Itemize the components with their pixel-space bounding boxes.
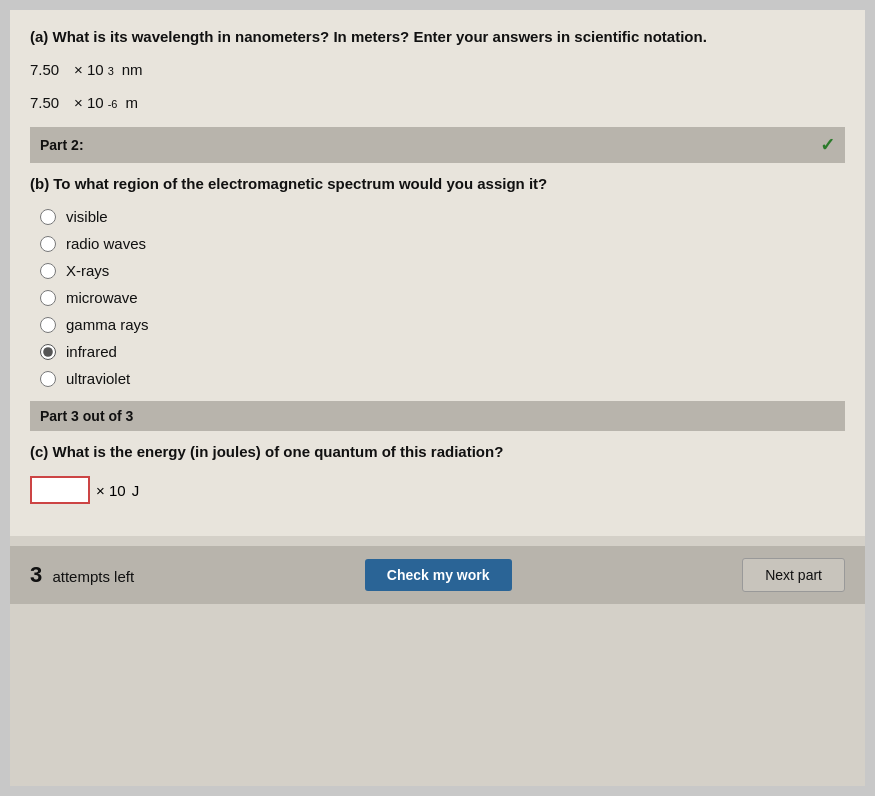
radio-item-ultraviolet[interactable]: ultraviolet — [40, 370, 845, 387]
attempts-left-container: 3 attempts left — [30, 562, 134, 588]
part-c-question: (c) What is the energy (in joules) of on… — [30, 441, 845, 462]
radio-group: visible radio waves X-rays microwave gam… — [40, 208, 845, 387]
radio-ultraviolet[interactable] — [40, 371, 56, 387]
exponent-1: 3 — [108, 65, 114, 77]
radio-xrays[interactable] — [40, 263, 56, 279]
radio-label-visible[interactable]: visible — [66, 208, 108, 225]
radio-gamma-rays[interactable] — [40, 317, 56, 333]
content-area: (a) What is its wavelength in nanometers… — [10, 10, 865, 536]
main-container: (a) What is its wavelength in nanometers… — [10, 10, 865, 786]
exponent-2: -6 — [108, 98, 118, 110]
answer-value-2: 7.50 — [30, 94, 70, 111]
radio-item-infrared[interactable]: infrared — [40, 343, 845, 360]
times-ten-1: × 10 — [74, 61, 104, 78]
radio-radio-waves[interactable] — [40, 236, 56, 252]
energy-unit: J — [132, 482, 140, 499]
answer-row-1: 7.50 × 10 3 nm — [30, 61, 845, 78]
part2-label: Part 2: — [40, 137, 84, 153]
radio-item-microwave[interactable]: microwave — [40, 289, 845, 306]
answer-value-1: 7.50 — [30, 61, 70, 78]
attempts-text: attempts left — [52, 568, 134, 585]
radio-label-infrared[interactable]: infrared — [66, 343, 117, 360]
bottom-bar: 3 attempts left Check my work Next part — [10, 546, 865, 604]
check-my-work-button[interactable]: Check my work — [365, 559, 512, 591]
radio-label-microwave[interactable]: microwave — [66, 289, 138, 306]
energy-times: × 10 — [96, 482, 126, 499]
part-a-question: (a) What is its wavelength in nanometers… — [30, 26, 845, 47]
part3-divider: Part 3 out of 3 — [30, 401, 845, 431]
radio-label-radio-waves[interactable]: radio waves — [66, 235, 146, 252]
radio-label-gamma-rays[interactable]: gamma rays — [66, 316, 149, 333]
part-b-question: (b) To what region of the electromagneti… — [30, 173, 845, 194]
next-part-button[interactable]: Next part — [742, 558, 845, 592]
radio-label-ultraviolet[interactable]: ultraviolet — [66, 370, 130, 387]
attempts-number: 3 — [30, 562, 42, 587]
energy-coefficient-input[interactable] — [30, 476, 90, 504]
radio-visible[interactable] — [40, 209, 56, 225]
unit-1: nm — [122, 61, 143, 78]
energy-input-row: × 10 J — [30, 476, 845, 504]
part2-divider: Part 2: ✓ — [30, 127, 845, 163]
radio-item-xrays[interactable]: X-rays — [40, 262, 845, 279]
answer-row-2: 7.50 × 10 -6 m — [30, 94, 845, 111]
radio-infrared[interactable] — [40, 344, 56, 360]
radio-item-radio-waves[interactable]: radio waves — [40, 235, 845, 252]
radio-label-xrays[interactable]: X-rays — [66, 262, 109, 279]
radio-item-gamma-rays[interactable]: gamma rays — [40, 316, 845, 333]
radio-microwave[interactable] — [40, 290, 56, 306]
radio-item-visible[interactable]: visible — [40, 208, 845, 225]
times-ten-2: × 10 — [74, 94, 104, 111]
checkmark-icon: ✓ — [820, 134, 835, 156]
unit-2: m — [125, 94, 138, 111]
part3-label: Part 3 out of 3 — [40, 408, 133, 424]
